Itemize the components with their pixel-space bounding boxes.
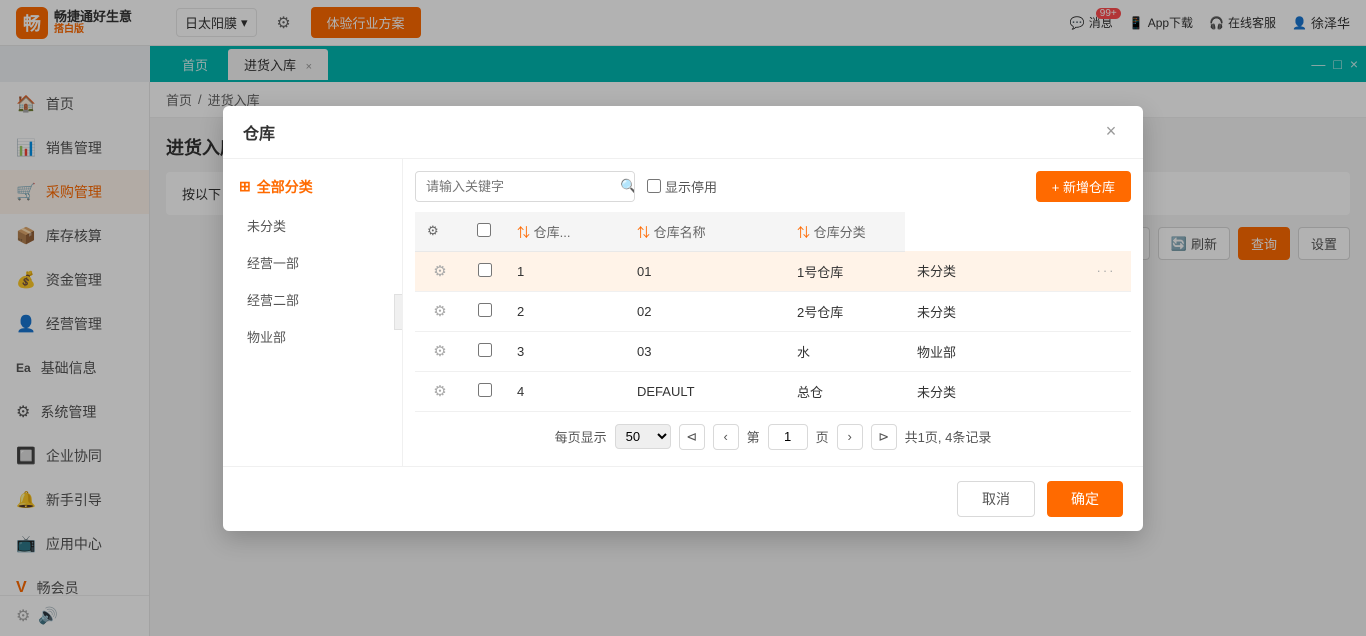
show-disabled-label: 显示停用 bbox=[665, 177, 717, 196]
more-icon: ··· bbox=[1097, 263, 1116, 278]
col-header-category[interactable]: ⇅ 仓库分类 bbox=[785, 212, 905, 252]
col-header-check bbox=[465, 212, 505, 252]
category-dept2[interactable]: 经营二部 bbox=[223, 281, 402, 318]
dialog-overlay: 仓库 × ⊞ 全部分类 未分类 经营一部 经营二部 物业部 《 bbox=[0, 0, 1366, 636]
dialog-body: ⊞ 全部分类 未分类 经营一部 经营二部 物业部 《 🔍 bbox=[223, 159, 1143, 466]
table-toolbar: 🔍 显示停用 + 新增仓库 bbox=[415, 171, 1131, 202]
table-row[interactable]: ⚙ 2 02 2号仓库 未分类 bbox=[415, 291, 1131, 331]
col-header-code[interactable]: ⇅ 仓库... bbox=[505, 212, 625, 252]
table-row[interactable]: ⚙ 3 03 水 物业部 bbox=[415, 331, 1131, 371]
warehouse-table: ⚙ ⇅ 仓库... ⇅ 仓库名称 bbox=[415, 212, 1131, 412]
col-cat-label: 仓库分类 bbox=[814, 225, 866, 240]
col-header-name[interactable]: ⇅ 仓库名称 bbox=[625, 212, 785, 252]
category-all-label: 全部分类 bbox=[257, 177, 313, 197]
row-cat-4: 未分类 bbox=[905, 371, 1081, 411]
row-gear-4[interactable]: ⚙ bbox=[415, 371, 465, 411]
warehouse-dialog: 仓库 × ⊞ 全部分类 未分类 经营一部 经营二部 物业部 《 bbox=[223, 106, 1143, 531]
page-unit: 页 bbox=[816, 427, 829, 446]
dialog-footer: 取消 确定 bbox=[223, 466, 1143, 531]
row-gear-1[interactable]: ⚙ bbox=[415, 251, 465, 291]
category-property[interactable]: 物业部 bbox=[223, 318, 402, 355]
page-label: 第 bbox=[747, 427, 760, 446]
row-check-3[interactable] bbox=[465, 331, 505, 371]
show-disabled-checkbox[interactable] bbox=[647, 179, 661, 193]
grid-icon: ⊞ bbox=[239, 178, 251, 195]
row-index-1: 1 bbox=[505, 251, 625, 291]
row-gear-2[interactable]: ⚙ bbox=[415, 291, 465, 331]
row-cat-2: 未分类 bbox=[905, 291, 1081, 331]
prev-page-button[interactable]: ‹ bbox=[713, 424, 739, 450]
row-cat-1: 未分类 bbox=[905, 251, 1081, 291]
gear-icon: ⚙ bbox=[433, 303, 446, 320]
sort-name-icon: ⇅ bbox=[637, 225, 650, 240]
table-row[interactable]: ⚙ 1 01 1号仓库 未分类 ··· bbox=[415, 251, 1131, 291]
row-check-4[interactable] bbox=[465, 371, 505, 411]
category-unclassified[interactable]: 未分类 bbox=[223, 207, 402, 244]
page-size-select[interactable]: 50 10 20 100 bbox=[615, 424, 671, 449]
dialog-title: 仓库 bbox=[243, 120, 275, 144]
row-checkbox-2[interactable] bbox=[478, 303, 492, 317]
gear-icon: ⚙ bbox=[433, 383, 446, 400]
row-more-3[interactable] bbox=[1081, 331, 1131, 371]
total-info: 共1页, 4条记录 bbox=[905, 427, 992, 446]
confirm-button[interactable]: 确定 bbox=[1047, 481, 1123, 517]
row-more-4[interactable] bbox=[1081, 371, 1131, 411]
col-name-label: 仓库名称 bbox=[654, 225, 706, 240]
row-index-3: 3 bbox=[505, 331, 625, 371]
row-check-1[interactable] bbox=[465, 251, 505, 291]
row-checkbox-1[interactable] bbox=[478, 263, 492, 277]
row-index-4: 4 bbox=[505, 371, 625, 411]
category-dept1[interactable]: 经营一部 bbox=[223, 244, 402, 281]
gear-icon: ⚙ bbox=[433, 343, 446, 360]
category-panel: ⊞ 全部分类 未分类 经营一部 经营二部 物业部 《 bbox=[223, 159, 403, 466]
next-page-button[interactable]: › bbox=[837, 424, 863, 450]
warehouse-search-box: 🔍 bbox=[415, 171, 635, 202]
page-number-input[interactable] bbox=[768, 424, 808, 450]
row-gear-3[interactable]: ⚙ bbox=[415, 331, 465, 371]
warehouse-search-input[interactable] bbox=[416, 173, 612, 200]
dialog-header: 仓库 × bbox=[223, 106, 1143, 159]
row-more-2[interactable] bbox=[1081, 291, 1131, 331]
show-disabled-container: 显示停用 bbox=[647, 177, 717, 196]
select-all-checkbox[interactable] bbox=[477, 223, 491, 237]
table-head: ⚙ ⇅ 仓库... ⇅ 仓库名称 bbox=[415, 212, 1131, 252]
col-header-gear: ⚙ bbox=[415, 212, 465, 252]
page-size-label: 每页显示 bbox=[555, 427, 607, 446]
row-checkbox-4[interactable] bbox=[478, 383, 492, 397]
first-page-button[interactable]: ⊲ bbox=[679, 424, 705, 450]
row-code-2: 02 bbox=[625, 291, 785, 331]
row-index-2: 2 bbox=[505, 291, 625, 331]
pagination: 每页显示 50 10 20 100 ⊲ ‹ 第 页 › ⊳ 共1页, 4条记录 bbox=[415, 412, 1131, 454]
table-panel: 🔍 显示停用 + 新增仓库 ⚙ bbox=[403, 159, 1143, 466]
last-page-button[interactable]: ⊳ bbox=[871, 424, 897, 450]
row-code-3: 03 bbox=[625, 331, 785, 371]
warehouse-search-button[interactable]: 🔍 bbox=[612, 172, 635, 201]
dialog-close-button[interactable]: × bbox=[1099, 120, 1123, 144]
sort-cat-icon: ⇅ bbox=[797, 225, 810, 240]
gear-icon: ⚙ bbox=[433, 263, 446, 280]
table-body: ⚙ 1 01 1号仓库 未分类 ··· ⚙ bbox=[415, 251, 1131, 411]
row-cat-3: 物业部 bbox=[905, 331, 1081, 371]
row-name-2: 2号仓库 bbox=[785, 291, 905, 331]
col-code-label: 仓库... bbox=[534, 225, 571, 240]
category-collapse-button[interactable]: 《 bbox=[394, 294, 403, 330]
category-all[interactable]: ⊞ 全部分类 bbox=[223, 167, 402, 207]
row-name-4: 总仓 bbox=[785, 371, 905, 411]
row-name-3: 水 bbox=[785, 331, 905, 371]
table-row[interactable]: ⚙ 4 DEFAULT 总仓 未分类 bbox=[415, 371, 1131, 411]
row-name-1: 1号仓库 bbox=[785, 251, 905, 291]
sort-icon: ⇅ bbox=[517, 225, 530, 240]
add-warehouse-button[interactable]: + 新增仓库 bbox=[1036, 171, 1131, 202]
row-check-2[interactable] bbox=[465, 291, 505, 331]
cancel-button[interactable]: 取消 bbox=[957, 481, 1035, 517]
row-code-4: DEFAULT bbox=[625, 371, 785, 411]
row-more-1[interactable]: ··· bbox=[1081, 251, 1131, 291]
table-container: ⚙ ⇅ 仓库... ⇅ 仓库名称 bbox=[415, 212, 1131, 412]
row-checkbox-3[interactable] bbox=[478, 343, 492, 357]
row-code-1: 01 bbox=[625, 251, 785, 291]
